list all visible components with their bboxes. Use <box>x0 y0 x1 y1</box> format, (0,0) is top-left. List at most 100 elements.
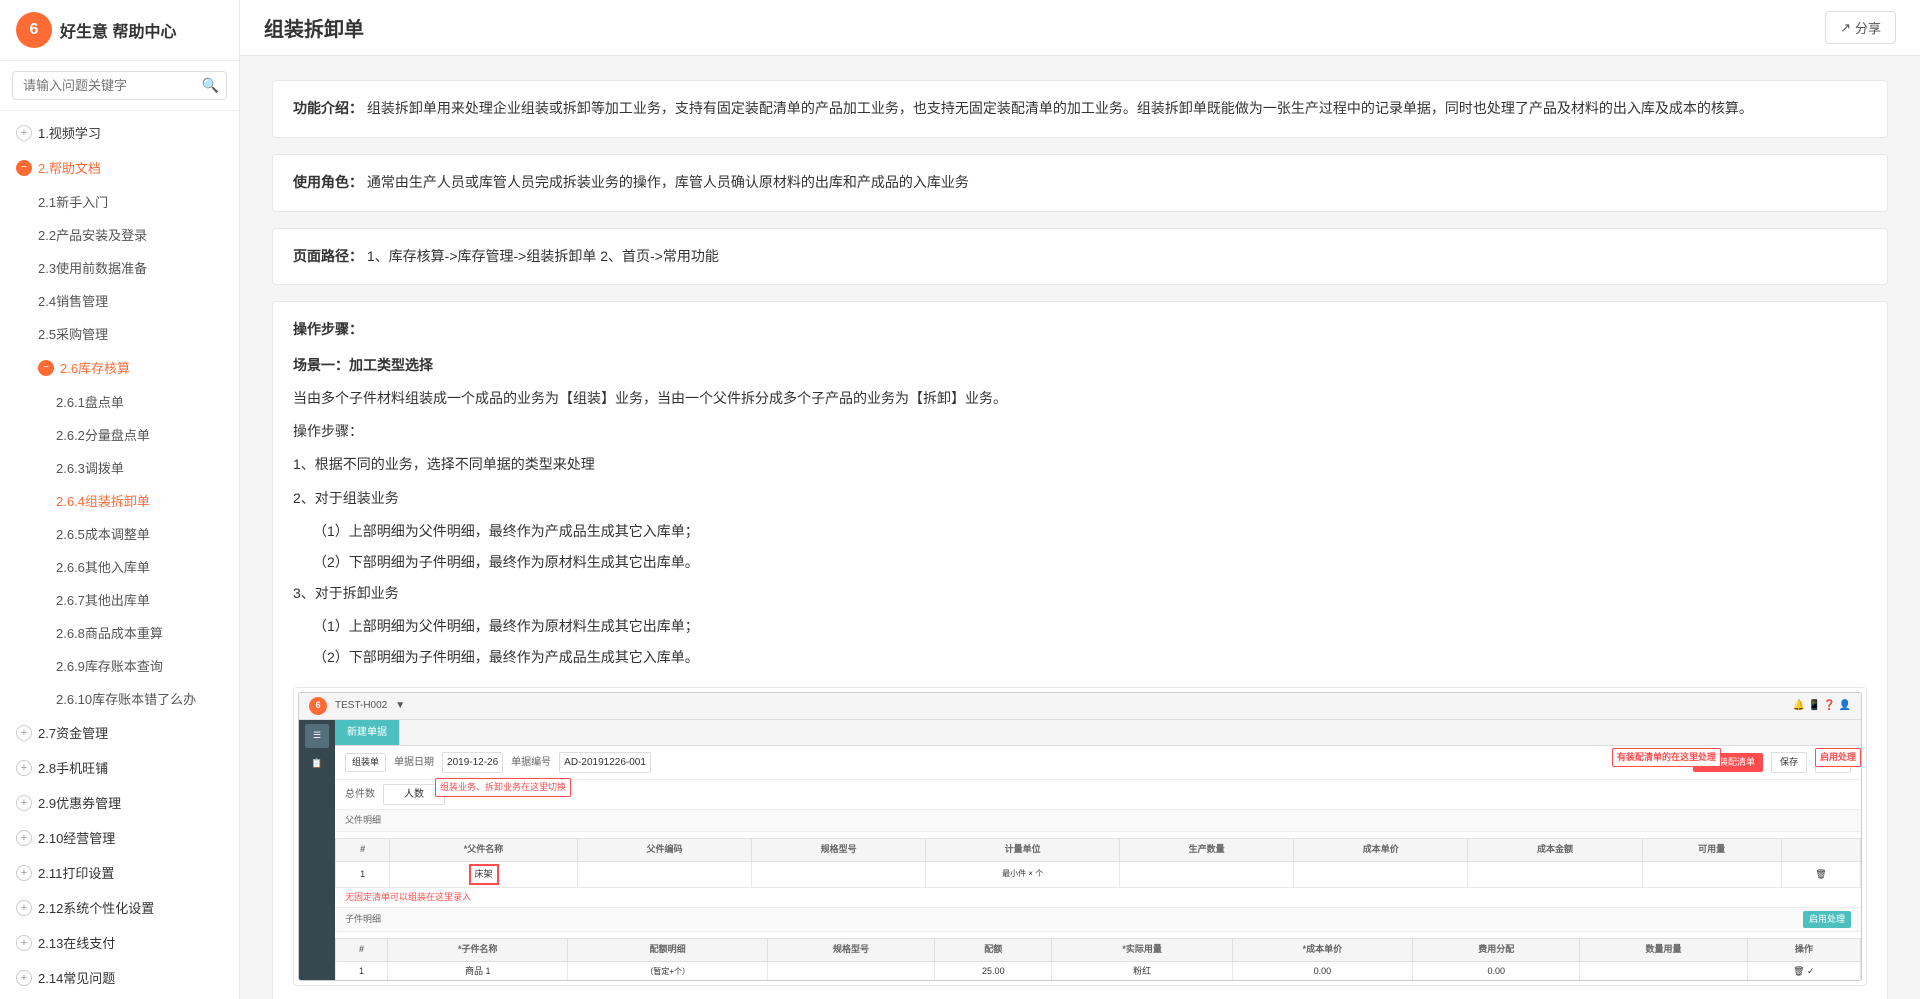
path-block: 页面路径： 1、库存核算->库存管理->组装拆卸单 2、首页->常用功能 <box>272 228 1888 286</box>
mock-child-th-qty: 配额 <box>935 939 1052 961</box>
mock-tab-new[interactable]: 新建单据 <box>335 720 400 745</box>
main-content: 组装拆卸单 ↗ 分享 功能介绍： 组装拆卸单用来处理企业组装或拆卸等加工业务，支… <box>240 0 1920 999</box>
sidebar-item-label: 2.8手机旺铺 <box>38 758 108 777</box>
annotation-5: 无固定清单可以组装在这里录入 <box>335 888 1861 907</box>
search-button[interactable]: 🔍 <box>202 77 219 94</box>
sidebar-item-label: 2.12系统个性化设置 <box>38 898 154 917</box>
sidebar-item-faq[interactable]: + 2.14常见问题 <box>0 960 239 995</box>
expand-icon: + <box>16 970 32 986</box>
sidebar-item-beginner[interactable]: 2.1新手入门 <box>0 185 239 218</box>
sidebar-item-inventory[interactable]: − 2.6库存核算 <box>0 350 239 385</box>
sidebar-item-label: 2.14常见问题 <box>38 968 115 987</box>
mock-child-btn1[interactable]: 启用处理 <box>1803 911 1851 928</box>
annotation-1: 有装配清单的在这里处理 <box>1612 748 1721 767</box>
expand-icon: + <box>16 725 32 741</box>
mock-company: TEST-H002 <box>335 697 387 714</box>
expand-icon: + <box>16 830 32 846</box>
mock-child-th-avail: 数量用量 <box>1580 939 1747 961</box>
mock-child-header: 子件明细 <box>345 912 381 927</box>
mock-parent-header: 父件明细 <box>345 813 381 828</box>
mock-th-code: 父件编码 <box>577 839 751 861</box>
mock-th-amount: 成本金额 <box>1468 839 1642 861</box>
sidebar-item-print[interactable]: + 2.11打印设置 <box>0 855 239 890</box>
sidebar-item-sales[interactable]: 2.4销售管理 <box>0 284 239 317</box>
expand-icon: + <box>16 795 32 811</box>
mock-th-action <box>1781 839 1860 861</box>
sidebar-sub-other-out[interactable]: 2.6.7其他出库单 <box>0 583 239 616</box>
step3-2: （2）下部明细为子件明细，最终作为产成品生成其它入库单。 <box>293 645 1867 670</box>
role-text: 通常由生产人员或库管人员完成拆装业务的操作，库管人员确认原材料的出库和产成品的入… <box>367 174 969 190</box>
step2: 2、对于组装业务 <box>293 486 1867 511</box>
mock-child-th-bom: 配额明细 <box>568 939 767 961</box>
sidebar-item-video[interactable]: + 1.视频学习 <box>0 115 239 150</box>
mock-confirm-btn[interactable]: 保存 <box>1771 752 1807 773</box>
sidebar-item-ops[interactable]: + 2.10经营管理 <box>0 820 239 855</box>
sidebar-sub-ledger-query[interactable]: 2.6.9库存账本查询 <box>0 649 239 682</box>
sidebar-sub-inventory-count[interactable]: 2.6.1盘点单 <box>0 385 239 418</box>
expand-icon: + <box>16 935 32 951</box>
mock-th-spec: 规格型号 <box>752 839 926 861</box>
mock-qty-total-label: 总件数 <box>345 786 375 803</box>
step1: 1、根据不同的业务，选择不同单据的类型来处理 <box>293 452 1867 477</box>
collapse-icon: − <box>16 160 32 176</box>
sidebar-sub-assembly[interactable]: 2.6.4组装拆卸单 <box>0 484 239 517</box>
ops-steps-label: 操作步骤： <box>293 419 1867 444</box>
step2-2: （2）下部明细为子件明细，最终作为原材料生成其它出库单。 <box>293 550 1867 575</box>
mock-date-label: 单据日期 <box>394 754 434 771</box>
ops-heading: 操作步骤： <box>293 318 1867 342</box>
mock-topbar: 6 TEST-H002 ▼ 🔔 📱 ❓ 👤 <box>299 693 1861 720</box>
mock-th-qty: 计量单位 <box>926 839 1120 861</box>
sidebar-item-finance[interactable]: + 2.7资金管理 <box>0 715 239 750</box>
share-label: 分享 <box>1855 18 1881 37</box>
expand-icon: + <box>16 125 32 141</box>
sidebar-sub-ledger-error[interactable]: 2.6.10库存账本错了么办 <box>0 682 239 715</box>
sidebar-sub-transfer[interactable]: 2.6.3调拨单 <box>0 451 239 484</box>
mock-parent-name[interactable]: 床架 <box>469 864 499 885</box>
sidebar-sub-inventory-split[interactable]: 2.6.2分量盘点单 <box>0 418 239 451</box>
sidebar-item-personalize[interactable]: + 2.12系统个性化设置 <box>0 890 239 925</box>
sidebar-item-label: 2.帮助文档 <box>38 158 101 177</box>
sidebar-sub-cost-adjust[interactable]: 2.6.5成本调整单 <box>0 517 239 550</box>
logo-text: 好生意 帮助中心 <box>60 18 176 42</box>
mock-child-row1: 1商品 1（暂定+个）25.00粉红0.000.00🗑 ✓ <box>336 961 1861 979</box>
sidebar-header: 6 好生意 帮助中心 <box>0 0 239 61</box>
share-button[interactable]: ↗ 分享 <box>1825 11 1896 44</box>
sidebar-item-help[interactable]: − 2.帮助文档 <box>0 150 239 185</box>
step2-1: （1）上部明细为父件明细，最终作为产成品生成其它入库单； <box>293 519 1867 544</box>
path-text: 1、库存核算->库存管理->组装拆卸单 2、首页->常用功能 <box>367 248 719 264</box>
sidebar-sub-other-in[interactable]: 2.6.6其他入库单 <box>0 550 239 583</box>
mock-child-th-name: *子件名称 <box>388 939 568 961</box>
ops-block: 操作步骤： 场景一：加工类型选择 当由多个子件材料组装成一个成品的业务为【组装】… <box>272 301 1888 999</box>
mock-th-count: 生产数量 <box>1120 839 1294 861</box>
sidebar-item-label: 1.视频学习 <box>38 123 101 142</box>
role-label: 使用角色： <box>293 174 363 190</box>
mock-th-avail: 可用量 <box>1642 839 1781 861</box>
mock-code-value: AD-20191226-001 <box>559 752 651 773</box>
mock-child-th-unit: *实际用量 <box>1052 939 1232 961</box>
collapse-icon: − <box>38 360 54 376</box>
search-box: 🔍 <box>0 61 239 111</box>
sidebar-item-label: 2.13在线支付 <box>38 933 115 952</box>
expand-icon: + <box>16 865 32 881</box>
sidebar-item-coupon[interactable]: + 2.9优惠券管理 <box>0 785 239 820</box>
sidebar-item-install[interactable]: 2.2产品安装及登录 <box>0 218 239 251</box>
mock-type-select[interactable]: 组装单 <box>345 753 386 772</box>
sidebar-item-data-prep[interactable]: 2.3使用前数据准备 <box>0 251 239 284</box>
mock-child-th-spec: 规格型号 <box>767 939 934 961</box>
mock-child-th-amount: 费用分配 <box>1413 939 1580 961</box>
mock-parent-row1: 1 床架 最小件 × 个 🗑 <box>336 861 1861 887</box>
sidebar-item-mobile[interactable]: + 2.8手机旺铺 <box>0 750 239 785</box>
sidebar-item-label: 2.11打印设置 <box>38 863 114 882</box>
sidebar-item-payment[interactable]: + 2.13在线支付 <box>0 925 239 960</box>
expand-icon: + <box>16 760 32 776</box>
sidebar-sub-cost-recalc[interactable]: 2.6.8商品成本重算 <box>0 616 239 649</box>
func-intro-label: 功能介绍： <box>293 100 363 116</box>
screenshot-container: 6 TEST-H002 ▼ 🔔 📱 ❓ 👤 ☰ 📋 <box>293 687 1867 986</box>
annotation-2: 启用处理 <box>1815 748 1861 767</box>
sidebar-item-cases[interactable]: + 2.15操作案例 <box>0 995 239 999</box>
sidebar-item-purchase[interactable]: 2.5采购管理 <box>0 317 239 350</box>
mock-date-value: 2019-12-26 <box>442 752 503 773</box>
share-icon: ↗ <box>1840 20 1851 36</box>
search-input[interactable] <box>12 71 227 100</box>
mock-child-th-num: # <box>336 939 388 961</box>
